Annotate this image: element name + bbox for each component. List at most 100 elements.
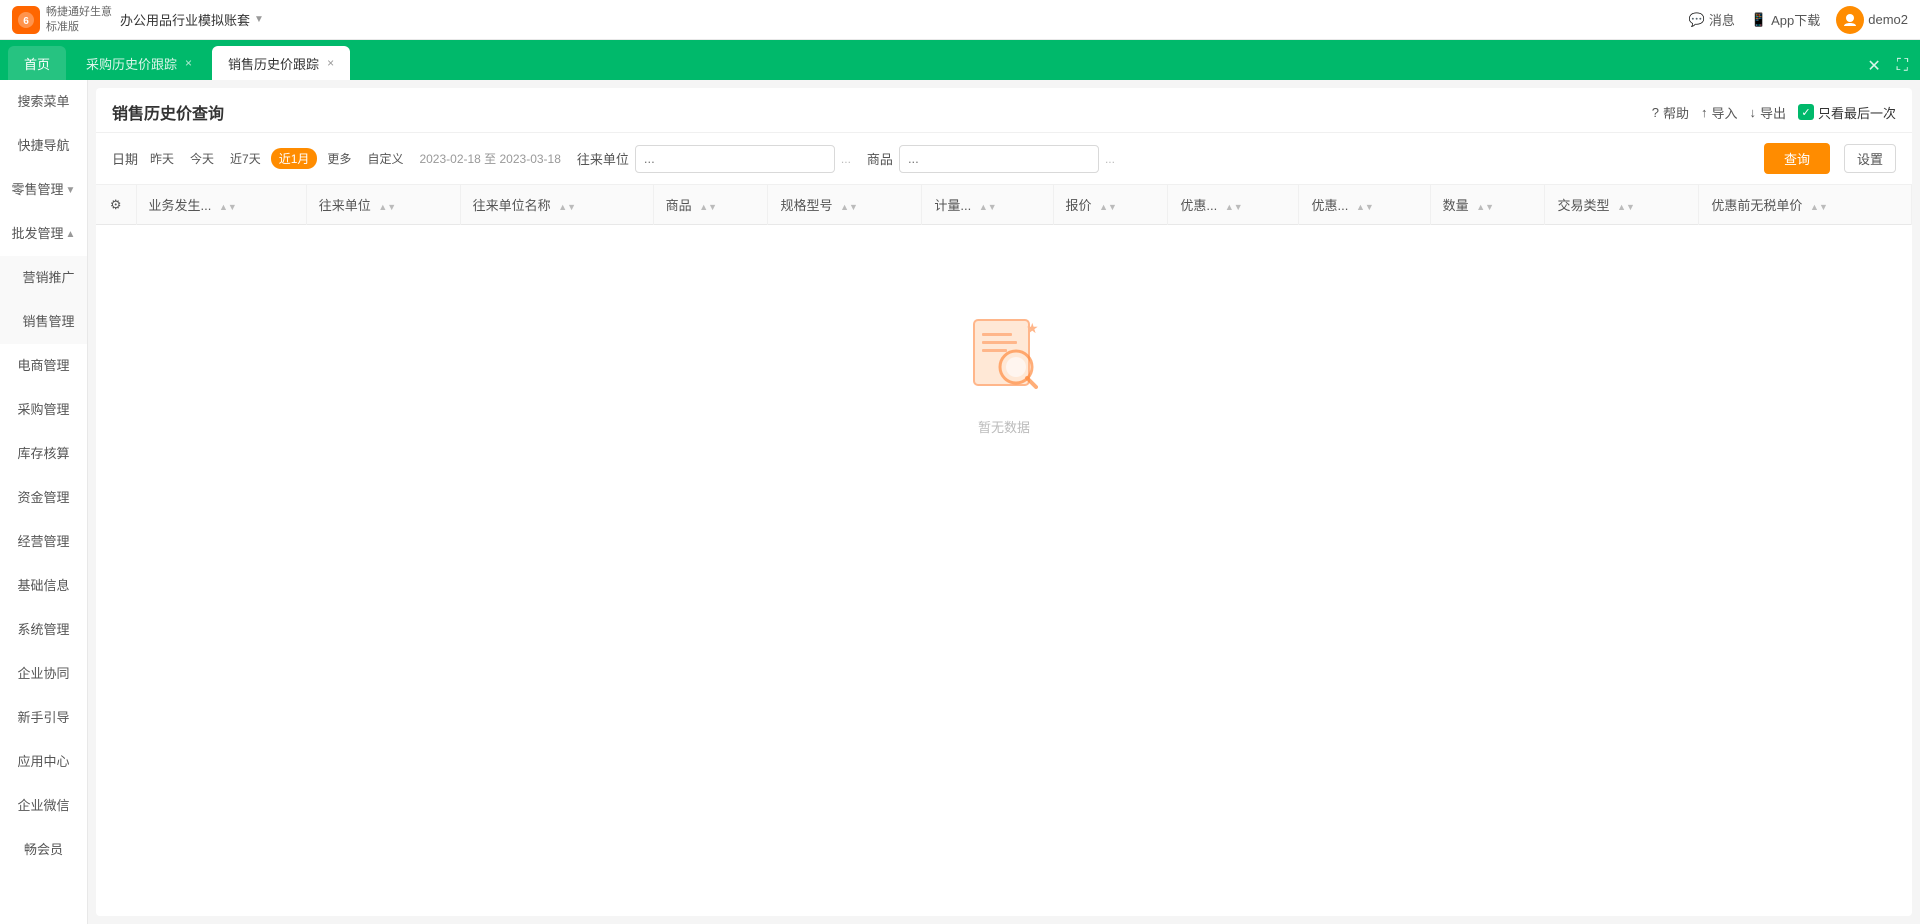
message-icon: 💬 — [1689, 12, 1705, 28]
query-button[interactable]: 查询 — [1764, 143, 1830, 174]
col-settings[interactable]: ⚙ — [96, 185, 136, 225]
sidebar-wechat-label: 企业微信 — [17, 798, 69, 815]
sidebar-purchase-label: 采购管理 — [17, 402, 69, 419]
sidebar-item-purchase[interactable]: 采购管理 — [0, 388, 87, 432]
sidebar-item-sales-mgmt[interactable]: 销售管理 — [0, 300, 87, 344]
logo-area: 6 畅捷通好生意 标准版 — [12, 5, 112, 34]
sidebar-item-enterprise-collab[interactable]: 企业协同 — [0, 652, 87, 696]
sidebar-item-ecommerce[interactable]: 电商管理 — [0, 344, 87, 388]
date-btn-custom[interactable]: 自定义 — [361, 148, 409, 169]
retail-expand-icon: ▼ — [66, 185, 76, 196]
svg-text:★: ★ — [1026, 320, 1039, 336]
export-button[interactable]: ↓ 导出 — [1749, 103, 1786, 122]
col-discount2[interactable]: 优惠... ▲▼ — [1299, 185, 1430, 225]
sidebar-item-marketing-promo[interactable]: 营销推广 — [0, 256, 87, 300]
col-from-unit-label: 往来单位 — [319, 198, 371, 213]
sidebar-quicknav-label: 快捷导航 — [17, 138, 69, 155]
sidebar-item-wholesale-mgmt[interactable]: 批发管理 ▲ — [0, 212, 87, 256]
sidebar-search-label: 搜索菜单 — [17, 94, 69, 111]
sidebar-item-quick-nav[interactable]: 快捷导航 — [0, 124, 87, 168]
sidebar-item-finance[interactable]: 资金管理 — [0, 476, 87, 520]
from-unit-input[interactable] — [635, 145, 835, 173]
content-area: 销售历史价查询 ? 帮助 ↑ 导入 ↓ 导出 ✓ — [88, 80, 1920, 924]
col-trade-type[interactable]: 交易类型 ▲▼ — [1545, 185, 1699, 225]
sort-arrows-discount1: ▲▼ — [1225, 202, 1243, 212]
col-goods[interactable]: 商品 ▲▼ — [653, 185, 768, 225]
col-from-unit[interactable]: 往来单位 ▲▼ — [306, 185, 460, 225]
date-range-text: 2023-02-18 至 2023-03-18 — [419, 150, 560, 167]
sidebar-item-new-guide[interactable]: 新手引导 — [0, 696, 87, 740]
sidebar-item-inventory[interactable]: 库存核算 — [0, 432, 87, 476]
col-quote[interactable]: 报价 ▲▼ — [1053, 185, 1168, 225]
tab-sales-history[interactable]: 销售历史价跟踪 × — [212, 46, 350, 80]
date-quick-buttons: 昨天 今天 近7天 近1月 更多 自定义 — [144, 148, 409, 169]
col-qty-label: 数量 — [1443, 198, 1469, 213]
goods-dots: ... — [1105, 152, 1115, 166]
sort-arrows-qty: ▲▼ — [1476, 202, 1494, 212]
tab-sales-close-icon[interactable]: × — [327, 56, 334, 70]
goods-label: 商品 — [867, 149, 893, 168]
sidebar-item-app-center[interactable]: 应用中心 — [0, 740, 87, 784]
sort-arrows-from-unit: ▲▼ — [378, 202, 396, 212]
sidebar-item-system[interactable]: 系统管理 — [0, 608, 87, 652]
sidebar-item-operations[interactable]: 经营管理 — [0, 520, 87, 564]
top-bar-left: 6 畅捷通好生意 标准版 办公用品行业模拟账套 ▼ — [12, 5, 264, 34]
sidebar-retail-label: 零售管理 — [12, 182, 64, 199]
user-profile[interactable]: demo2 — [1836, 6, 1908, 34]
col-quantity[interactable]: 数量 ▲▼ — [1430, 185, 1545, 225]
date-btn-yesterday[interactable]: 昨天 — [144, 148, 180, 169]
date-btn-7days[interactable]: 近7天 — [224, 148, 267, 169]
sidebar-item-vip[interactable]: 畅会员 — [0, 828, 87, 872]
sidebar-marketing-label: 营销推广 — [22, 270, 74, 287]
app-download-button[interactable]: 📱 App下载 — [1751, 10, 1820, 29]
message-button[interactable]: 💬 消息 — [1689, 10, 1735, 29]
help-button[interactable]: ? 帮助 — [1652, 103, 1689, 122]
tab-purchase-history[interactable]: 采购历史价跟踪 × — [70, 46, 208, 80]
sort-arrows-quote: ▲▼ — [1099, 202, 1117, 212]
date-btn-more[interactable]: 更多 — [321, 148, 357, 169]
workspace-selector[interactable]: 办公用品行业模拟账套 ▼ — [120, 10, 264, 29]
sidebar-item-basic-info[interactable]: 基础信息 — [0, 564, 87, 608]
filter-bar: 日期 昨天 今天 近7天 近1月 更多 自定义 2023-02-18 至 202… — [96, 133, 1912, 185]
help-icon: ? — [1652, 105, 1659, 120]
sidebar-basicinfo-label: 基础信息 — [17, 578, 69, 595]
tab-close-all-icon[interactable]: ✕ — [1863, 52, 1884, 80]
data-table: ⚙ 业务发生... ▲▼ 往来单位 ▲▼ 往来单位名称 ▲ — [96, 185, 1912, 225]
sidebar-operations-label: 经营管理 — [17, 534, 69, 551]
col-biz-date-label: 业务发生... — [149, 198, 212, 213]
column-settings-button[interactable]: 设置 — [1844, 144, 1896, 173]
sidebar-item-retail-mgmt[interactable]: 零售管理 ▼ — [0, 168, 87, 212]
col-unit-label: 计量... — [934, 198, 971, 213]
sidebar-appcenter-label: 应用中心 — [17, 754, 69, 771]
col-spec-model[interactable]: 规格型号 ▲▼ — [768, 185, 922, 225]
tab-sales-label: 销售历史价跟踪 — [228, 54, 319, 73]
tab-fullscreen-icon[interactable]: ⛶ — [1893, 53, 1912, 79]
col-biz-date[interactable]: 业务发生... ▲▼ — [136, 185, 306, 225]
col-pretax-price[interactable]: 优惠前无税单价 ▲▼ — [1699, 185, 1912, 225]
only-last-checkbox[interactable]: ✓ — [1798, 104, 1814, 120]
phone-icon: 📱 — [1751, 12, 1767, 28]
sidebar-wholesale-label: 批发管理 — [12, 226, 64, 243]
col-pretax-label: 优惠前无税单价 — [1711, 198, 1802, 213]
wholesale-expand-icon: ▲ — [66, 229, 76, 240]
tab-home[interactable]: 首页 — [8, 46, 66, 80]
tab-home-label: 首页 — [24, 54, 50, 73]
sort-arrows-trade: ▲▼ — [1617, 202, 1635, 212]
workspace-chevron-icon: ▼ — [254, 14, 264, 25]
date-btn-1month[interactable]: 近1月 — [271, 148, 318, 169]
tab-purchase-close-icon[interactable]: × — [185, 56, 192, 70]
page-header: 销售历史价查询 ? 帮助 ↑ 导入 ↓ 导出 ✓ — [96, 88, 1912, 133]
col-discount1[interactable]: 优惠... ▲▼ — [1168, 185, 1299, 225]
import-button[interactable]: ↑ 导入 — [1701, 103, 1738, 122]
sidebar-item-enterprise-wechat[interactable]: 企业微信 — [0, 784, 87, 828]
page-title: 销售历史价查询 — [112, 100, 224, 124]
from-unit-label: 往来单位 — [577, 149, 629, 168]
main-layout: 搜索菜单 快捷导航 零售管理 ▼ 批发管理 ▲ 营销推广 销售管理 电商管理 采… — [0, 80, 1920, 924]
col-from-unit-name[interactable]: 往来单位名称 ▲▼ — [460, 185, 653, 225]
sort-arrows-unit: ▲▼ — [979, 202, 997, 212]
col-unit[interactable]: 计量... ▲▼ — [922, 185, 1053, 225]
date-btn-today[interactable]: 今天 — [184, 148, 220, 169]
sidebar-item-search-menu[interactable]: 搜索菜单 — [0, 80, 87, 124]
only-last-checkbox-group: ✓ 只看最后一次 — [1798, 103, 1896, 122]
goods-input[interactable] — [899, 145, 1099, 173]
